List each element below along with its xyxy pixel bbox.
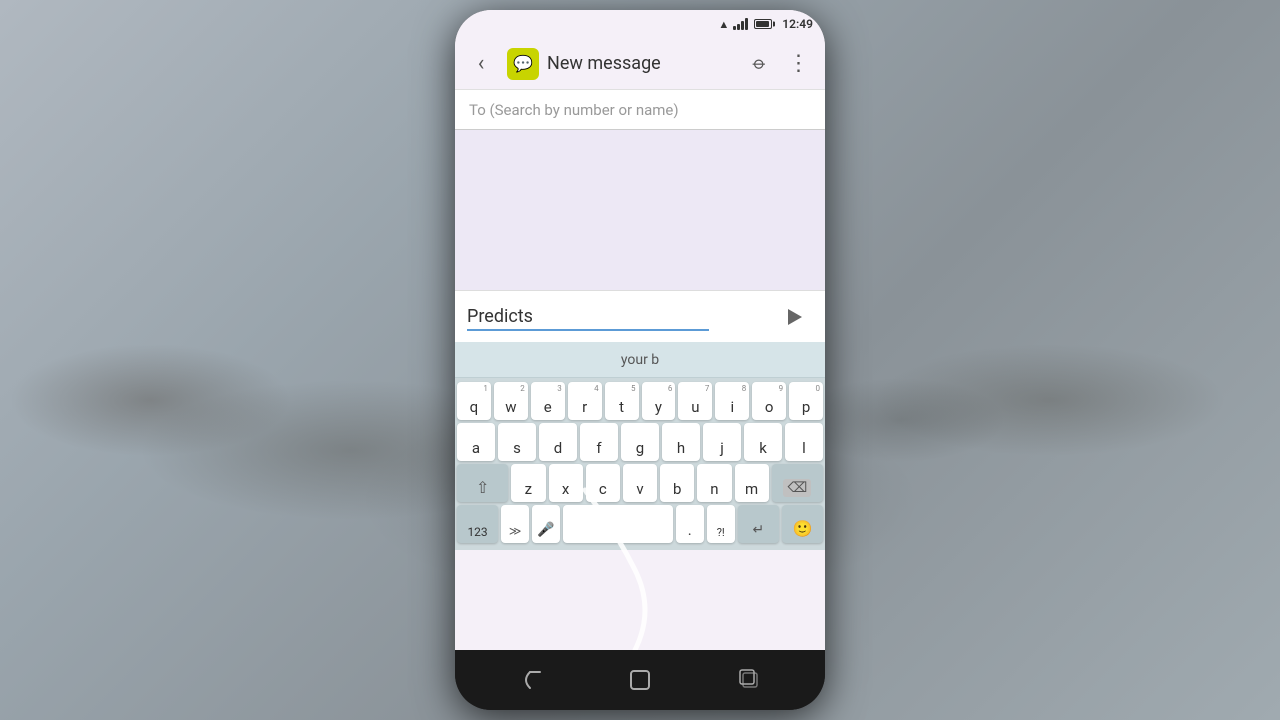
nav-recent-button[interactable] bbox=[730, 665, 770, 695]
key-x[interactable]: x bbox=[549, 464, 583, 502]
battery-icon bbox=[754, 19, 772, 29]
emoji-key[interactable]: 🙂 bbox=[782, 505, 823, 543]
key-b[interactable]: b bbox=[660, 464, 694, 502]
return-key[interactable]: ↵ bbox=[738, 505, 779, 543]
prediction-text-area: Predicts bbox=[467, 306, 769, 327]
key-t[interactable]: 5t bbox=[605, 382, 639, 420]
question-label: ?! bbox=[717, 527, 725, 538]
key-h[interactable]: h bbox=[662, 423, 700, 461]
more-button[interactable]: ⋮ bbox=[781, 46, 817, 82]
status-icons: ▲ bbox=[718, 18, 772, 31]
mic-key[interactable]: 🎤 bbox=[532, 505, 560, 543]
key-y[interactable]: 6y bbox=[642, 382, 676, 420]
to-field[interactable]: To (Search by number or name) bbox=[455, 90, 825, 130]
key-i[interactable]: 8i bbox=[715, 382, 749, 420]
swype-key[interactable]: ≫ bbox=[501, 505, 529, 543]
shift-icon: ⇧ bbox=[476, 478, 489, 497]
signal-bar-2 bbox=[737, 24, 740, 30]
keyboard-row-4: 123 ≫ 🎤 . ?! ↵ bbox=[457, 505, 823, 543]
key-j[interactable]: j bbox=[703, 423, 741, 461]
swype-icon: ≫ bbox=[509, 524, 522, 538]
wifi-icon: ▲ bbox=[718, 18, 729, 31]
back-button[interactable]: ‹ bbox=[463, 46, 499, 82]
send-button[interactable] bbox=[777, 299, 813, 335]
nav-back-icon bbox=[516, 670, 544, 690]
key-e[interactable]: 3e bbox=[531, 382, 565, 420]
keyboard-row-1: 1q 2w 3e 4r 5t 6y 7u 8i 9o 0p bbox=[457, 382, 823, 420]
return-icon: ↵ bbox=[752, 522, 764, 538]
signal-bar-1 bbox=[733, 26, 736, 30]
battery-fill bbox=[756, 21, 769, 27]
mic-icon: 🎤 bbox=[537, 522, 554, 538]
app-title: New message bbox=[547, 53, 733, 74]
key-n[interactable]: n bbox=[697, 464, 731, 502]
key-m[interactable]: m bbox=[735, 464, 769, 502]
key-v[interactable]: v bbox=[623, 464, 657, 502]
phone-screen: ▲ 12:49 ‹ 💬 bbox=[455, 10, 825, 650]
prediction-bar: Predicts bbox=[455, 290, 825, 342]
signal-bar-3 bbox=[741, 21, 744, 30]
symbols-key[interactable]: 123 bbox=[457, 505, 498, 543]
key-k[interactable]: k bbox=[744, 423, 782, 461]
phone-shell: ▲ 12:49 ‹ 💬 bbox=[455, 10, 825, 710]
keyboard-row-3: ⇧ z x c v b n m ⌫ bbox=[457, 464, 823, 502]
app-logo-icon: 💬 bbox=[507, 48, 539, 80]
app-bar: ‹ 💬 New message ⌀ ⋮ bbox=[455, 38, 825, 90]
status-time: 12:49 bbox=[782, 17, 813, 31]
backspace-icon: ⌫ bbox=[783, 479, 811, 497]
nav-home-icon bbox=[628, 668, 652, 692]
signal-icon bbox=[733, 18, 748, 30]
key-q[interactable]: 1q bbox=[457, 382, 491, 420]
status-bar: ▲ 12:49 bbox=[455, 10, 825, 38]
nav-back-button[interactable] bbox=[510, 665, 550, 695]
prediction-underline bbox=[467, 329, 709, 331]
app-bar-actions: ⌀ ⋮ bbox=[741, 46, 817, 82]
key-g[interactable]: g bbox=[621, 423, 659, 461]
symbols-label: 123 bbox=[467, 526, 487, 538]
key-d[interactable]: d bbox=[539, 423, 577, 461]
back-icon: ‹ bbox=[478, 51, 485, 76]
backspace-key[interactable]: ⌫ bbox=[772, 464, 823, 502]
keyboard: 1q 2w 3e 4r 5t 6y 7u 8i 9o 0p a s d f g … bbox=[455, 378, 825, 550]
key-o[interactable]: 9o bbox=[752, 382, 786, 420]
key-c[interactable]: c bbox=[586, 464, 620, 502]
message-body[interactable] bbox=[455, 130, 825, 290]
signal-bar-4 bbox=[745, 18, 748, 30]
attach-button[interactable]: ⌀ bbox=[741, 46, 777, 82]
nav-home-button[interactable] bbox=[620, 665, 660, 695]
keyboard-row-2: a s d f g h j k l bbox=[457, 423, 823, 461]
period-key[interactable]: . bbox=[676, 505, 704, 543]
key-f[interactable]: f bbox=[580, 423, 618, 461]
key-l[interactable]: l bbox=[785, 423, 823, 461]
suggestion-text: your b bbox=[621, 352, 659, 368]
key-w[interactable]: 2w bbox=[494, 382, 528, 420]
paperclip-icon: ⌀ bbox=[748, 52, 771, 75]
to-input-placeholder[interactable]: To (Search by number or name) bbox=[469, 101, 679, 119]
key-u[interactable]: 7u bbox=[678, 382, 712, 420]
prediction-text: Predicts bbox=[467, 306, 769, 327]
period-label: . bbox=[688, 523, 692, 538]
question-key[interactable]: ?! bbox=[707, 505, 735, 543]
key-a[interactable]: a bbox=[457, 423, 495, 461]
app-logo-symbol: 💬 bbox=[513, 54, 533, 73]
key-s[interactable]: s bbox=[498, 423, 536, 461]
send-arrow-icon bbox=[788, 309, 802, 325]
nav-bar bbox=[455, 650, 825, 710]
key-r[interactable]: 4r bbox=[568, 382, 602, 420]
keyboard-suggestion-row[interactable]: your b bbox=[455, 342, 825, 378]
more-icon: ⋮ bbox=[788, 53, 811, 75]
space-key[interactable] bbox=[563, 505, 673, 543]
key-z[interactable]: z bbox=[511, 464, 545, 502]
emoji-icon: 🙂 bbox=[792, 519, 812, 538]
key-p[interactable]: 0p bbox=[789, 382, 823, 420]
nav-recent-icon bbox=[738, 668, 762, 692]
shift-key[interactable]: ⇧ bbox=[457, 464, 508, 502]
